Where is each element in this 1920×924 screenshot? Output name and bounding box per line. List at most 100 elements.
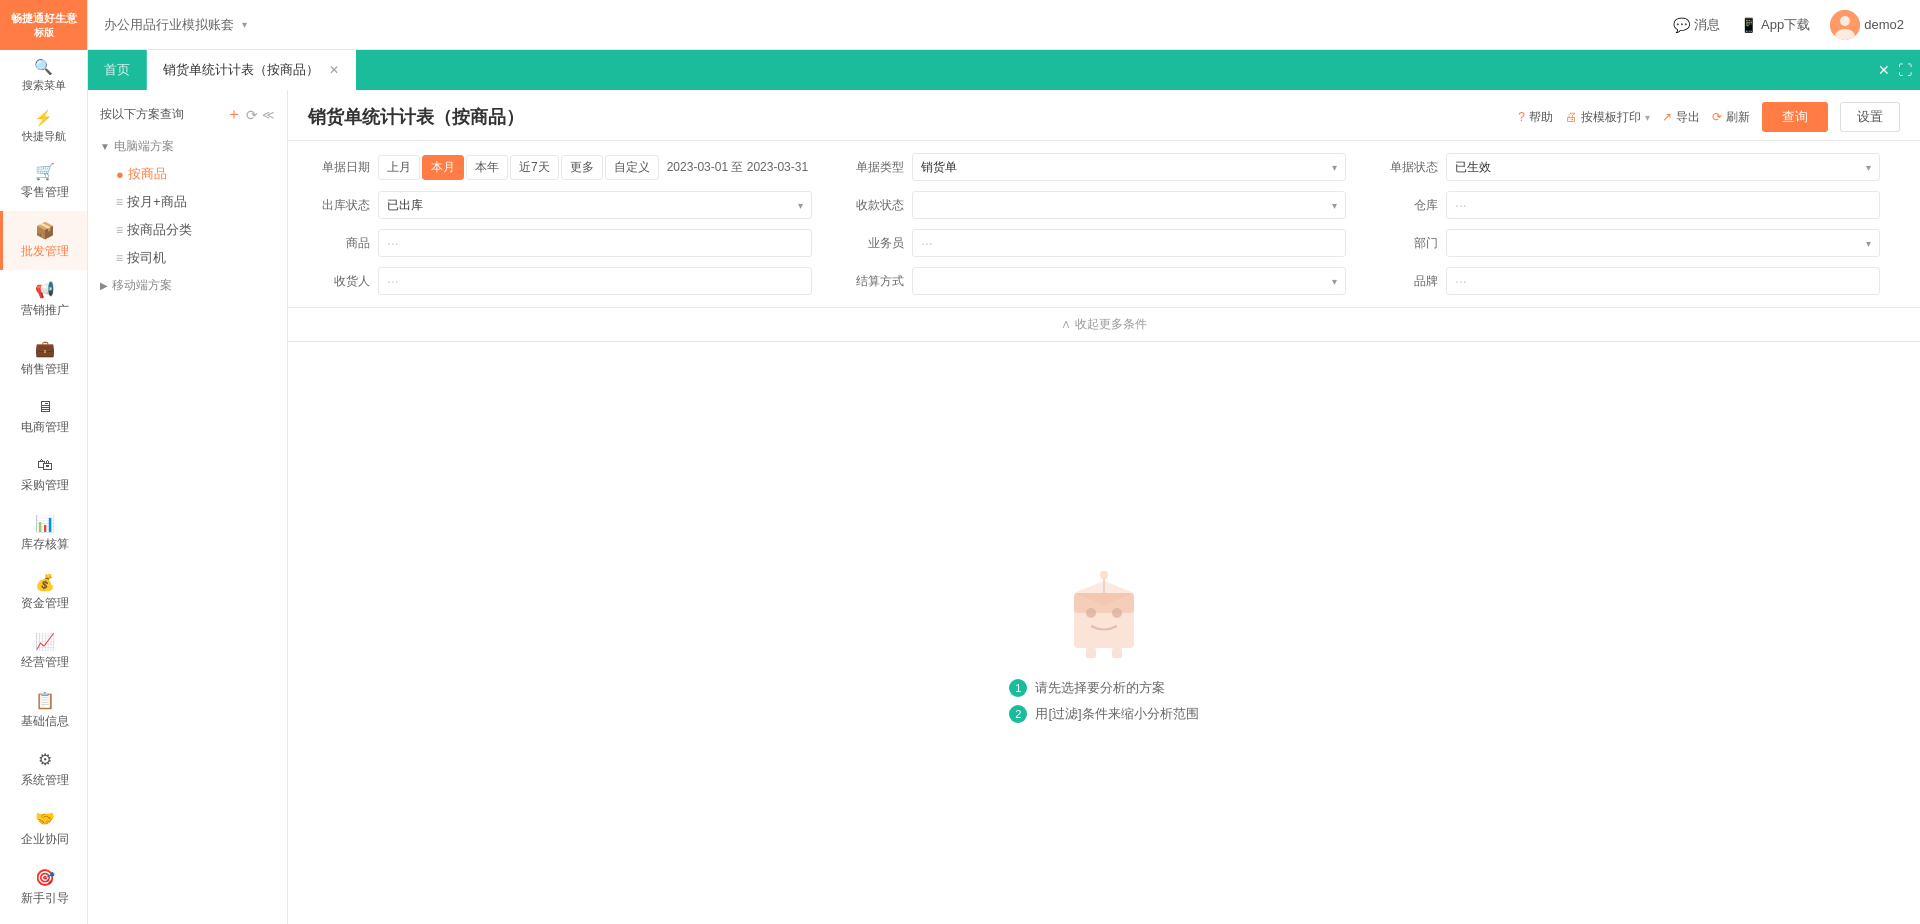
product-dots-icon[interactable]: ··· [387,235,399,251]
sidebar-item-quick-nav[interactable]: ⚡ 快捷导航 [0,101,87,152]
warehouse-dots-icon[interactable]: ··· [1455,197,1467,213]
sidebar-item-apps[interactable]: 🔧 应用中心 [0,917,87,924]
sidebar-item-search[interactable]: 🔍 搜索菜单 [0,50,87,101]
chevron-right-icon: ▶ [100,280,108,291]
header-left: 办公用品行业模拟账套 ▾ [104,16,247,34]
help-icon: ? [1518,110,1525,124]
tab-close-icon[interactable]: ✕ [329,63,339,77]
department-select[interactable]: ▾ [1446,229,1880,257]
date-filter-controls: 上月 本月 本年 近7天 更多 自定义 2023-03-01 至 2023-03… [378,155,832,180]
filter-doc-status-cell: 单据状态 已生效 ▾ [1376,153,1900,181]
settings-button[interactable]: 设置 [1840,102,1900,132]
query-button[interactable]: 查询 [1762,102,1828,132]
refresh-icon: ⟳ [1712,110,1722,124]
svg-rect-10 [1112,648,1122,658]
sidebar-item-inventory[interactable]: 📊 库存核算 [0,504,87,563]
page-title-bar: 销货单统计计表（按商品） ? 帮助 🖨 按模板打印 ▾ ↗ 导出 [288,90,1920,141]
refresh-btn[interactable]: ⟳ 刷新 [1712,109,1750,126]
collapse-filters-btn[interactable]: ∧ 收起更多条件 [288,308,1920,342]
last-month-btn[interactable]: 上月 [378,155,420,180]
app-download-btn[interactable]: 📱 App下载 [1740,16,1810,34]
left-panel-actions: ＋ ⟳ ≪ [226,104,275,125]
more-date-btn[interactable]: 更多 [561,155,603,180]
empty-tip-2: 2 用[过滤]条件来缩小分析范围 [1009,705,1198,723]
svg-point-1 [1840,16,1850,26]
brand-input[interactable]: ··· [1446,267,1880,295]
industry-dropdown-icon[interactable]: ▾ [242,19,247,30]
refresh-scheme-btn[interactable]: ⟳ [246,107,258,123]
sidebar-item-sales[interactable]: 💼 销售管理 [0,329,87,388]
doc-type-value: 销货单 [921,159,957,176]
doc-status-value: 已生效 [1455,159,1491,176]
filter-product-cell: 商品 ··· [308,229,832,257]
settlement-label: 结算方式 [842,273,912,290]
tab-home[interactable]: 首页 [88,50,147,90]
svg-point-6 [1112,608,1122,618]
out-status-select[interactable]: 已出库 ▾ [378,191,812,219]
filter-row-1: 单据日期 上月 本月 本年 近7天 更多 自定义 2023-03-01 至 20… [308,153,1900,181]
sidebar-item-ecommerce[interactable]: 🖥 电商管理 [0,388,87,446]
tree-item-by-cashier[interactable]: ≡ 按司机 [88,244,287,272]
filter-row-2: 出库状态 已出库 ▾ 收款状态 ▾ [308,191,1900,219]
sidebar-item-basic[interactable]: 📋 基础信息 [0,681,87,740]
this-month-btn[interactable]: 本月 [422,155,464,180]
salesperson-label: 业务员 [842,235,912,252]
user-avatar[interactable]: demo2 [1830,10,1904,40]
salesperson-dots-icon[interactable]: ··· [921,235,933,251]
tree-section-desktop[interactable]: ▼ 电脑端方案 [88,133,287,160]
right-panel: 销货单统计计表（按商品） ? 帮助 🖨 按模板打印 ▾ ↗ 导出 [288,90,1920,924]
sidebar-item-marketing[interactable]: 📢 营销推广 [0,270,87,329]
settlement-select[interactable]: ▾ [912,267,1346,295]
svg-point-8 [1100,571,1108,579]
left-panel-title: 按以下方案查询 [100,106,184,123]
tip-num-2: 2 [1009,705,1027,723]
print-dropdown-icon[interactable]: ▾ [1645,112,1650,123]
message-btn[interactable]: 💬 消息 [1673,16,1720,34]
doc-type-select[interactable]: 销货单 ▾ [912,153,1346,181]
sidebar-item-enterprise[interactable]: 🤝 企业协同 [0,799,87,858]
tree-item-by-month-product[interactable]: ≡ 按月+商品 [88,188,287,216]
collection-status-select[interactable]: ▾ [912,191,1346,219]
consignee-dots-icon[interactable]: ··· [387,273,399,289]
brand-dots-icon[interactable]: ··· [1455,273,1467,289]
export-icon: ↗ [1662,110,1672,124]
collection-status-label: 收款状态 [842,197,912,214]
doc-type-label: 单据类型 [842,159,912,176]
doc-status-select[interactable]: 已生效 ▾ [1446,153,1880,181]
sidebar-item-wholesale[interactable]: 📦 批发管理 [0,211,87,270]
sidebar-item-retail[interactable]: 🛒 零售管理 [0,152,87,211]
sidebar-item-newbie[interactable]: 🎯 新手引导 [0,858,87,917]
tab-maximize-icon[interactable]: ⛶ [1898,62,1912,78]
svg-point-5 [1086,608,1096,618]
consignee-input[interactable]: ··· [378,267,812,295]
last-7-days-btn[interactable]: 近7天 [510,155,559,180]
sidebar-item-finance[interactable]: 💰 资金管理 [0,563,87,622]
sidebar-item-purchase[interactable]: 🛍 采购管理 [0,446,87,504]
department-arrow-icon: ▾ [1866,238,1871,249]
sidebar-item-system[interactable]: ⚙ 系统管理 [0,740,87,799]
collection-status-arrow-icon: ▾ [1332,200,1337,211]
tab-sales-stat[interactable]: 销货单统计计表（按商品） ✕ [147,50,356,90]
warehouse-label: 仓库 [1376,197,1446,214]
empty-state: 1 请先选择要分析的方案 2 用[过滤]条件来缩小分析范围 [288,342,1920,924]
add-scheme-btn[interactable]: ＋ [226,104,242,125]
filter-consignee-cell: 收货人 ··· [308,267,832,295]
custom-date-btn[interactable]: 自定义 [605,155,659,180]
this-year-btn[interactable]: 本年 [466,155,508,180]
sidebar-item-operations[interactable]: 📈 经营管理 [0,622,87,681]
filter-out-status-cell: 出库状态 已出库 ▾ [308,191,832,219]
page-title: 销货单统计计表（按商品） [308,105,524,129]
tree-item-by-product-category[interactable]: ≡ 按商品分类 [88,216,287,244]
export-btn[interactable]: ↗ 导出 [1662,109,1700,126]
tree-section-mobile[interactable]: ▶ 移动端方案 [88,272,287,299]
warehouse-input[interactable]: ··· [1446,191,1880,219]
product-input[interactable]: ··· [378,229,812,257]
template-print-btn[interactable]: 🖨 按模板打印 ▾ [1565,109,1650,126]
tree-item-by-product[interactable]: ● 按商品 [88,160,287,188]
print-icon: 🖨 [1565,110,1577,124]
collapse-panel-btn[interactable]: ≪ [262,108,275,122]
brand-label: 品牌 [1376,273,1446,290]
tab-minimize-icon[interactable]: ✕ [1878,62,1890,78]
help-btn[interactable]: ? 帮助 [1518,109,1553,126]
salesperson-input[interactable]: ··· [912,229,1346,257]
